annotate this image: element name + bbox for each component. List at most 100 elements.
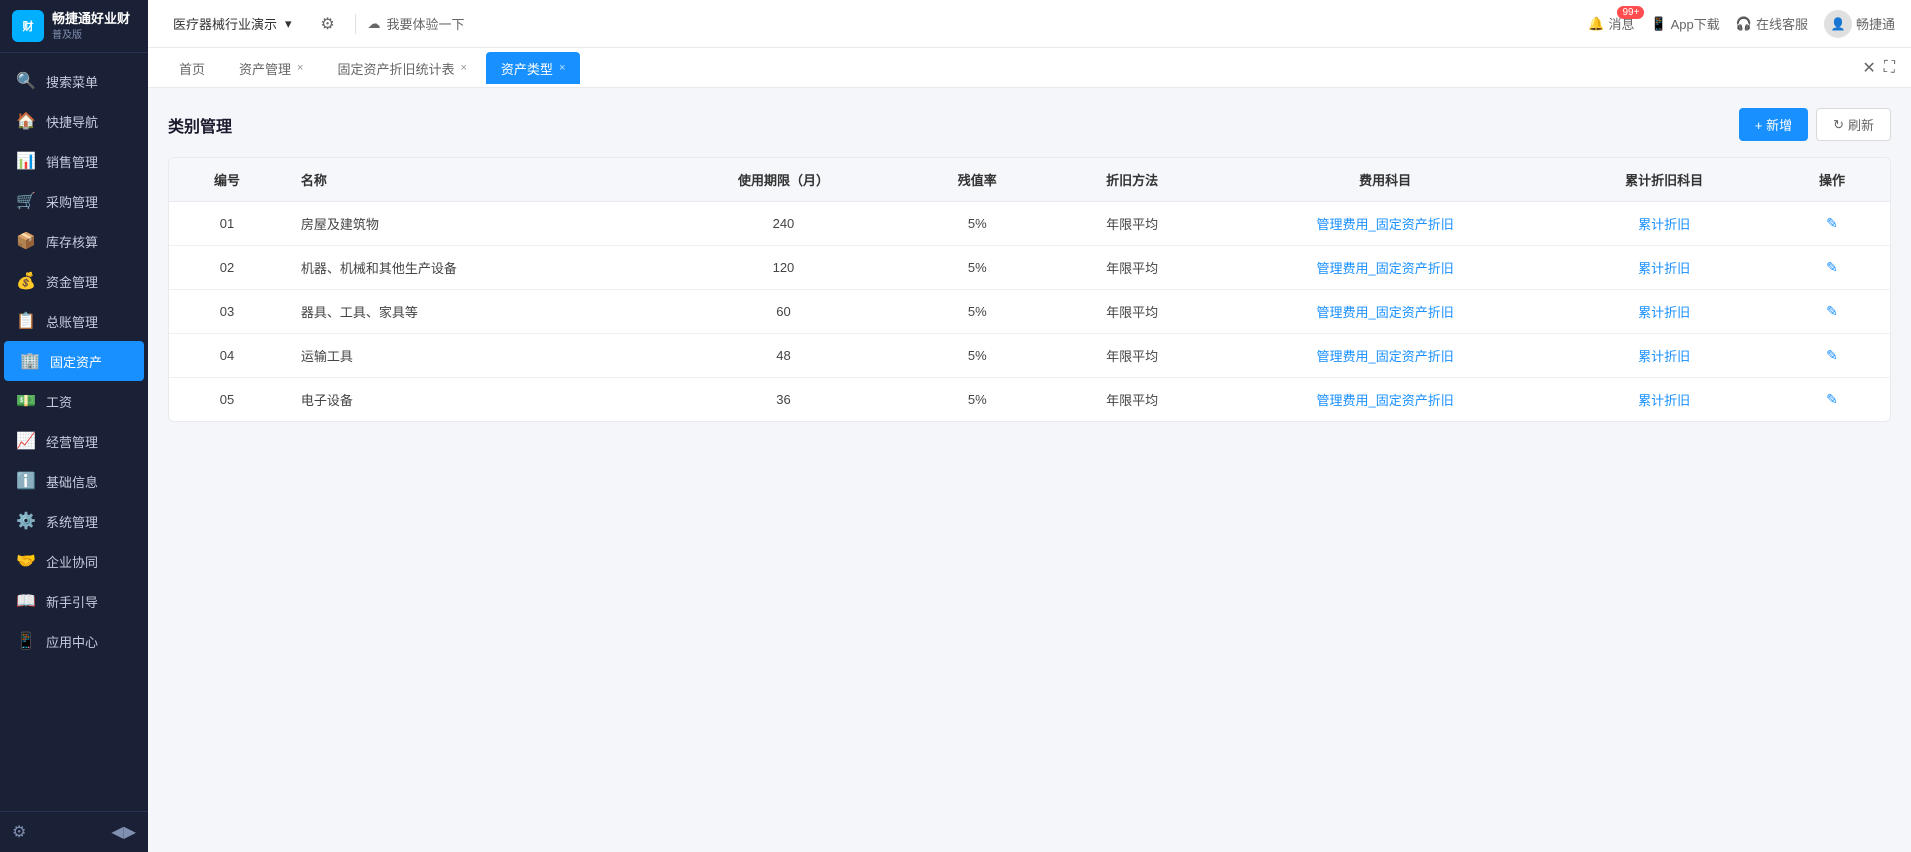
- tab-close-button[interactable]: ×: [297, 62, 303, 74]
- cell-accumulated_account[interactable]: 累计折旧: [1554, 334, 1774, 378]
- sidebar-item-label: 采购管理: [46, 192, 98, 211]
- sidebar-item-operation[interactable]: 📈 经营管理: [0, 421, 148, 461]
- sidebar-item-fixed-assets[interactable]: 🏢 固定资产: [4, 341, 144, 381]
- col-header-code: 编号: [169, 158, 285, 202]
- edit-button[interactable]: ✎: [1826, 259, 1838, 275]
- workspace-selector[interactable]: 医疗器械行业演示 ▾: [164, 9, 301, 38]
- tab-asset-type[interactable]: 资产类型 ×: [486, 52, 580, 84]
- cell-accumulated_account[interactable]: 累计折旧: [1554, 246, 1774, 290]
- sidebar-item-purchase[interactable]: 🛒 采购管理: [0, 181, 148, 221]
- table-row: 01房屋及建筑物2405%年限平均管理费用_固定资产折旧累计折旧✎: [169, 202, 1890, 246]
- refresh-button[interactable]: ↻ 刷新: [1816, 108, 1891, 141]
- close-window-button[interactable]: ✕: [1862, 58, 1875, 78]
- sidebar-item-inventory[interactable]: 📦 库存核算: [0, 221, 148, 261]
- sidebar-item-label: 总账管理: [46, 312, 98, 331]
- tab-label: 资产类型: [501, 59, 553, 78]
- tabs-bar: 首页资产管理×固定资产折旧统计表×资产类型× ✕ ⛶: [148, 48, 1911, 88]
- sidebar-item-label: 固定资产: [50, 352, 102, 371]
- logo-icon: 财: [12, 10, 44, 42]
- sidebar-item-basic-info[interactable]: ℹ️ 基础信息: [0, 461, 148, 501]
- cell-useful_life: 240: [661, 202, 907, 246]
- edit-button[interactable]: ✎: [1826, 391, 1838, 407]
- sidebar-item-label: 基础信息: [46, 472, 98, 491]
- cell-expense_account[interactable]: 管理费用_固定资产折旧: [1216, 378, 1554, 422]
- sidebar-item-quick-nav[interactable]: 🏠 快捷导航: [0, 101, 148, 141]
- tab-close-button[interactable]: ×: [460, 62, 466, 74]
- headset-icon: 🎧: [1736, 16, 1752, 32]
- tab-label: 首页: [179, 59, 205, 78]
- tab-asset-mgmt[interactable]: 资产管理 ×: [224, 52, 318, 84]
- bell-icon: 🔔: [1588, 16, 1604, 32]
- refresh-icon: ↻: [1833, 117, 1844, 133]
- cell-expense_account[interactable]: 管理费用_固定资产折旧: [1216, 334, 1554, 378]
- cell-name: 机器、机械和其他生产设备: [285, 246, 661, 290]
- sidebar-item-label: 资金管理: [46, 272, 98, 291]
- cell-expense_account[interactable]: 管理费用_固定资产折旧: [1216, 246, 1554, 290]
- sidebar-item-enterprise[interactable]: 🤝 企业协同: [0, 541, 148, 581]
- content-area: 类别管理 + 新增 ↻ 刷新 编号名称使用期限（月）残值率折旧方法费用科目累计折…: [148, 88, 1911, 852]
- sidebar-item-sales[interactable]: 📊 销售管理: [0, 141, 148, 181]
- sidebar-item-guide[interactable]: 📖 新手引导: [0, 581, 148, 621]
- workspace-name: 医疗器械行业演示: [173, 14, 277, 33]
- cell-useful_life: 36: [661, 378, 907, 422]
- data-table: 编号名称使用期限（月）残值率折旧方法费用科目累计折旧科目操作 01房屋及建筑物2…: [168, 157, 1891, 422]
- topbar-divider: [355, 14, 356, 34]
- sidebar-nav: 🔍 搜索菜单 🏠 快捷导航 📊 销售管理 🛒 采购管理 📦 库存核算 💰 资金管…: [0, 53, 148, 811]
- edit-button[interactable]: ✎: [1826, 347, 1838, 363]
- col-header-name: 名称: [285, 158, 661, 202]
- user-menu[interactable]: 👤 畅捷通: [1824, 10, 1895, 38]
- cell-residual_rate: 5%: [906, 378, 1048, 422]
- cell-name: 电子设备: [285, 378, 661, 422]
- cell-operation: ✎: [1774, 378, 1890, 422]
- tab-label: 资产管理: [239, 59, 291, 78]
- sidebar-item-app-center[interactable]: 📱 应用中心: [0, 621, 148, 661]
- sidebar-item-search[interactable]: 🔍 搜索菜单: [0, 61, 148, 101]
- notifications-button[interactable]: 🔔 消息 99+: [1588, 14, 1634, 33]
- tab-fixed-asset-depreciation[interactable]: 固定资产折旧统计表×: [322, 52, 481, 84]
- sidebar-item-system[interactable]: ⚙️ 系统管理: [0, 501, 148, 541]
- cell-accumulated_account[interactable]: 累计折旧: [1554, 378, 1774, 422]
- workspace-settings-button[interactable]: ⚙: [313, 9, 343, 39]
- notifications-badge: 99+: [1617, 6, 1644, 19]
- expand-window-button[interactable]: ⛶: [1884, 59, 1895, 77]
- collapse-icon[interactable]: ◀▶: [111, 822, 136, 842]
- new-button[interactable]: + 新增: [1739, 108, 1808, 141]
- cell-expense_account[interactable]: 管理费用_固定资产折旧: [1216, 290, 1554, 334]
- avatar: 👤: [1824, 10, 1852, 38]
- experience-label: 我要体验一下: [387, 14, 465, 33]
- edit-button[interactable]: ✎: [1826, 215, 1838, 231]
- topbar-right: 🔔 消息 99+ 📱 App下载 🎧 在线客服 👤 畅捷通: [1588, 10, 1895, 38]
- sidebar-item-capital[interactable]: 💰 资金管理: [0, 261, 148, 301]
- sidebar-item-salary[interactable]: 💵 工资: [0, 381, 148, 421]
- settings-icon[interactable]: ⚙: [12, 822, 26, 842]
- topbar: 医疗器械行业演示 ▾ ⚙ ☁ 我要体验一下 🔔 消息 99+ 📱 App下载 🎧…: [148, 0, 1911, 48]
- cell-expense_account[interactable]: 管理费用_固定资产折旧: [1216, 202, 1554, 246]
- col-header-operation: 操作: [1774, 158, 1890, 202]
- sidebar-item-label: 企业协同: [46, 552, 98, 571]
- sales-icon: 📊: [16, 151, 36, 171]
- experience-button[interactable]: ☁ 我要体验一下: [368, 14, 465, 33]
- chevron-down-icon: ▾: [285, 16, 292, 32]
- app-download-label: App下载: [1671, 14, 1720, 33]
- tab-home[interactable]: 首页: [164, 52, 220, 84]
- cell-operation: ✎: [1774, 334, 1890, 378]
- table-header-row: 编号名称使用期限（月）残值率折旧方法费用科目累计折旧科目操作: [169, 158, 1890, 202]
- sidebar-item-label: 工资: [46, 392, 72, 411]
- col-header-expense_account: 费用科目: [1216, 158, 1554, 202]
- edit-button[interactable]: ✎: [1826, 303, 1838, 319]
- table-row: 03器具、工具、家具等605%年限平均管理费用_固定资产折旧累计折旧✎: [169, 290, 1890, 334]
- tab-close-button[interactable]: ×: [559, 62, 565, 74]
- cell-operation: ✎: [1774, 202, 1890, 246]
- sidebar-item-ledger[interactable]: 📋 总账管理: [0, 301, 148, 341]
- cell-name: 房屋及建筑物: [285, 202, 661, 246]
- cell-accumulated_account[interactable]: 累计折旧: [1554, 202, 1774, 246]
- customer-service-button[interactable]: 🎧 在线客服: [1736, 14, 1808, 33]
- app-download-button[interactable]: 📱 App下载: [1650, 14, 1719, 33]
- sidebar-item-label: 系统管理: [46, 512, 98, 531]
- sidebar-item-label: 经营管理: [46, 432, 98, 451]
- cell-accumulated_account[interactable]: 累计折旧: [1554, 290, 1774, 334]
- sidebar: 财 畅捷通好业财 普及版 🔍 搜索菜单 🏠 快捷导航 📊 销售管理 🛒 采购管理…: [0, 0, 148, 852]
- app-logo: 财 畅捷通好业财 普及版: [0, 0, 148, 53]
- cell-operation: ✎: [1774, 290, 1890, 334]
- sidebar-item-label: 库存核算: [46, 232, 98, 251]
